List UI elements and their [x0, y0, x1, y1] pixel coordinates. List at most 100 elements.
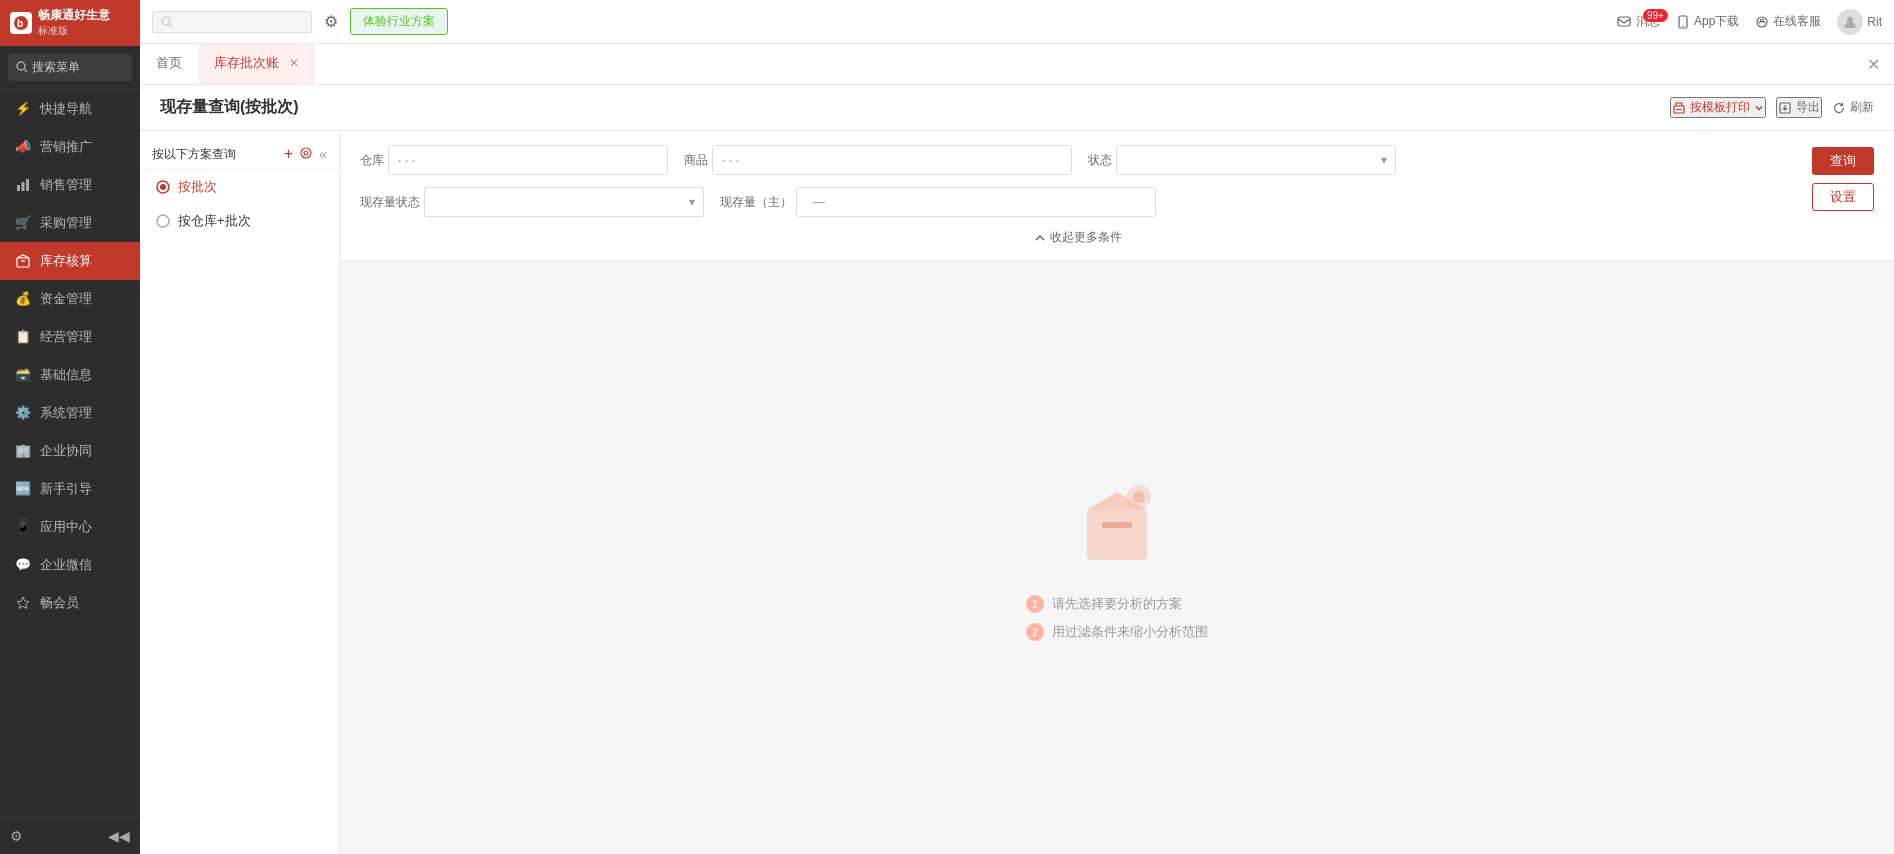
- scheme-header-actions: + «: [284, 145, 327, 163]
- svg-rect-6: [26, 179, 29, 191]
- sidebar-item-operation[interactable]: 📋 经营管理: [0, 318, 140, 356]
- sidebar-item-marketing[interactable]: 📣 营销推广: [0, 128, 140, 166]
- industry-button[interactable]: 体验行业方案: [350, 8, 448, 35]
- result-area: 1 请先选择要分析的方案 2 用过滤条件来缩小分析范围: [340, 261, 1894, 854]
- app-title: 畅康通好生意: [38, 8, 110, 24]
- settings-button[interactable]: ⚙: [10, 828, 23, 844]
- sidebar-item-label: 采购管理: [40, 214, 92, 232]
- sidebar-item-enterprise[interactable]: 🏢 企业协同: [0, 432, 140, 470]
- status-select[interactable]: ▾: [1116, 145, 1396, 175]
- main-area: ⚙ 体验行业方案 消息 99+ App下载 在线客服 Rit: [140, 0, 1894, 854]
- stock-status-select[interactable]: ▾: [424, 187, 704, 217]
- export-button[interactable]: 导出: [1776, 97, 1822, 118]
- export-label: 导出: [1796, 99, 1820, 116]
- sidebar-item-label: 应用中心: [40, 518, 92, 536]
- empty-icon: [1067, 475, 1167, 575]
- status-filter-wrap: 状态 ▾: [1088, 145, 1396, 175]
- page-title: 现存量查询(按批次): [160, 97, 299, 118]
- sidebar: b 畅康通好生意 标准版 搜索菜单 ⚡ 快捷导航 📣 营销推广 销售管理: [0, 0, 140, 854]
- sidebar-search-area: 搜索菜单: [0, 46, 140, 90]
- print-icon: [1672, 101, 1686, 115]
- filter-row-2: 现存量状态 ▾ 现存量（主） —: [360, 187, 1796, 217]
- filter-fields: 仓库 ··· 商品 ···: [360, 145, 1796, 246]
- sidebar-item-label: 企业协同: [40, 442, 92, 460]
- scheme-collapse-button[interactable]: «: [319, 145, 327, 163]
- online-service-button[interactable]: 在线客服: [1755, 13, 1821, 30]
- product-filter-wrap: 商品 ···: [684, 145, 1072, 175]
- tab-home[interactable]: 首页: [140, 44, 198, 84]
- megaphone-icon: 📣: [14, 138, 32, 156]
- warehouse-dots: ···: [397, 150, 418, 171]
- svg-rect-4: [17, 185, 20, 191]
- sidebar-item-label: 新手引导: [40, 480, 92, 498]
- sidebar-item-member[interactable]: 畅会员: [0, 584, 140, 622]
- user-avatar-area[interactable]: Rit: [1837, 9, 1882, 35]
- app-title-block: 畅康通好生意 标准版: [38, 8, 110, 38]
- print-label: 按模板打印: [1690, 99, 1750, 116]
- guide-icon: 🆕: [14, 480, 32, 498]
- right-content: 仓库 ··· 商品 ···: [340, 131, 1894, 854]
- online-service-label: 在线客服: [1773, 13, 1821, 30]
- filter-panel: 仓库 ··· 商品 ···: [340, 131, 1894, 261]
- filter-buttons: 查询 设置: [1812, 145, 1874, 211]
- scheme-item-by-batch[interactable]: 按批次: [140, 170, 339, 204]
- search-menu-button[interactable]: 搜索菜单: [8, 54, 132, 81]
- sidebar-item-appcenter[interactable]: 📱 应用中心: [0, 508, 140, 546]
- sidebar-item-newguide[interactable]: 🆕 新手引导: [0, 470, 140, 508]
- print-button[interactable]: 按模板打印: [1670, 97, 1766, 118]
- message-badge: 99+: [1643, 9, 1668, 22]
- sidebar-item-basic[interactable]: 🗃️ 基础信息: [0, 356, 140, 394]
- stock-qty-label: 现存量（主）: [720, 194, 792, 211]
- scheme-add-button[interactable]: +: [284, 145, 293, 163]
- sidebar-item-sales[interactable]: 销售管理: [0, 166, 140, 204]
- stock-qty-input[interactable]: —: [796, 187, 1156, 217]
- sidebar-item-quick-nav[interactable]: ⚡ 快捷导航: [0, 90, 140, 128]
- sidebar-item-purchase[interactable]: 🛒 采购管理: [0, 204, 140, 242]
- tip-text-1: 请先选择要分析的方案: [1052, 595, 1182, 613]
- page-header: 现存量查询(按批次) 按模板打印 导出 刷新: [140, 85, 1894, 131]
- global-search-input[interactable]: [177, 15, 287, 29]
- scheme-item-by-warehouse-batch[interactable]: 按仓库+批次: [140, 204, 339, 238]
- scheme-active-icon: [154, 178, 172, 196]
- refresh-button[interactable]: 刷新: [1832, 99, 1874, 116]
- topbar-gear-button[interactable]: ⚙: [320, 8, 342, 35]
- search-menu-label: 搜索菜单: [32, 59, 80, 76]
- sidebar-item-finance[interactable]: 💰 资金管理: [0, 280, 140, 318]
- sidebar-item-label: 营销推广: [40, 138, 92, 156]
- clipboard-icon: 📋: [14, 328, 32, 346]
- tab-close-icon[interactable]: ✕: [289, 56, 299, 70]
- product-dots: ···: [721, 150, 742, 171]
- app-subtitle: 标准版: [38, 24, 110, 38]
- wechat-icon: 💬: [14, 556, 32, 574]
- collapse-sidebar-button[interactable]: ◀◀: [108, 828, 130, 844]
- gear-icon: ⚙️: [14, 404, 32, 422]
- enterprise-icon: 🏢: [14, 442, 32, 460]
- stock-qty-dash: —: [813, 195, 825, 209]
- tip-2: 2 用过滤条件来缩小分析范围: [1026, 623, 1208, 641]
- search-icon: [161, 16, 173, 28]
- svg-rect-7: [17, 258, 29, 267]
- product-label: 商品: [684, 152, 708, 169]
- warehouse-select[interactable]: ···: [388, 145, 668, 175]
- collapse-filter-button[interactable]: 收起更多条件: [360, 229, 1796, 246]
- headset-icon: [1755, 15, 1769, 29]
- query-button[interactable]: 查询: [1812, 147, 1874, 175]
- sidebar-item-label: 销售管理: [40, 176, 92, 194]
- settings-button[interactable]: 设置: [1812, 183, 1874, 211]
- sidebar-item-system[interactable]: ⚙️ 系统管理: [0, 394, 140, 432]
- message-button[interactable]: 消息 99+: [1616, 13, 1660, 30]
- tab-batch-account[interactable]: 库存批次账 ✕: [198, 44, 315, 84]
- svg-point-2: [17, 62, 25, 70]
- sidebar-nav: ⚡ 快捷导航 📣 营销推广 销售管理 🛒 采购管理 库存核算: [0, 90, 140, 817]
- tab-home-label: 首页: [156, 54, 182, 72]
- sidebar-item-wechat[interactable]: 💬 企业微信: [0, 546, 140, 584]
- collapse-label: 收起更多条件: [1050, 229, 1122, 246]
- product-select[interactable]: ···: [712, 145, 1072, 175]
- sidebar-item-inventory[interactable]: 库存核算: [0, 242, 140, 280]
- chevron-up-icon: [1034, 232, 1046, 244]
- app-download-button[interactable]: App下载: [1676, 13, 1739, 30]
- panel-close-button[interactable]: ✕: [1853, 47, 1894, 82]
- sidebar-item-label: 企业微信: [40, 556, 92, 574]
- scheme-settings-button[interactable]: [299, 145, 313, 163]
- app-logo: b: [10, 12, 32, 34]
